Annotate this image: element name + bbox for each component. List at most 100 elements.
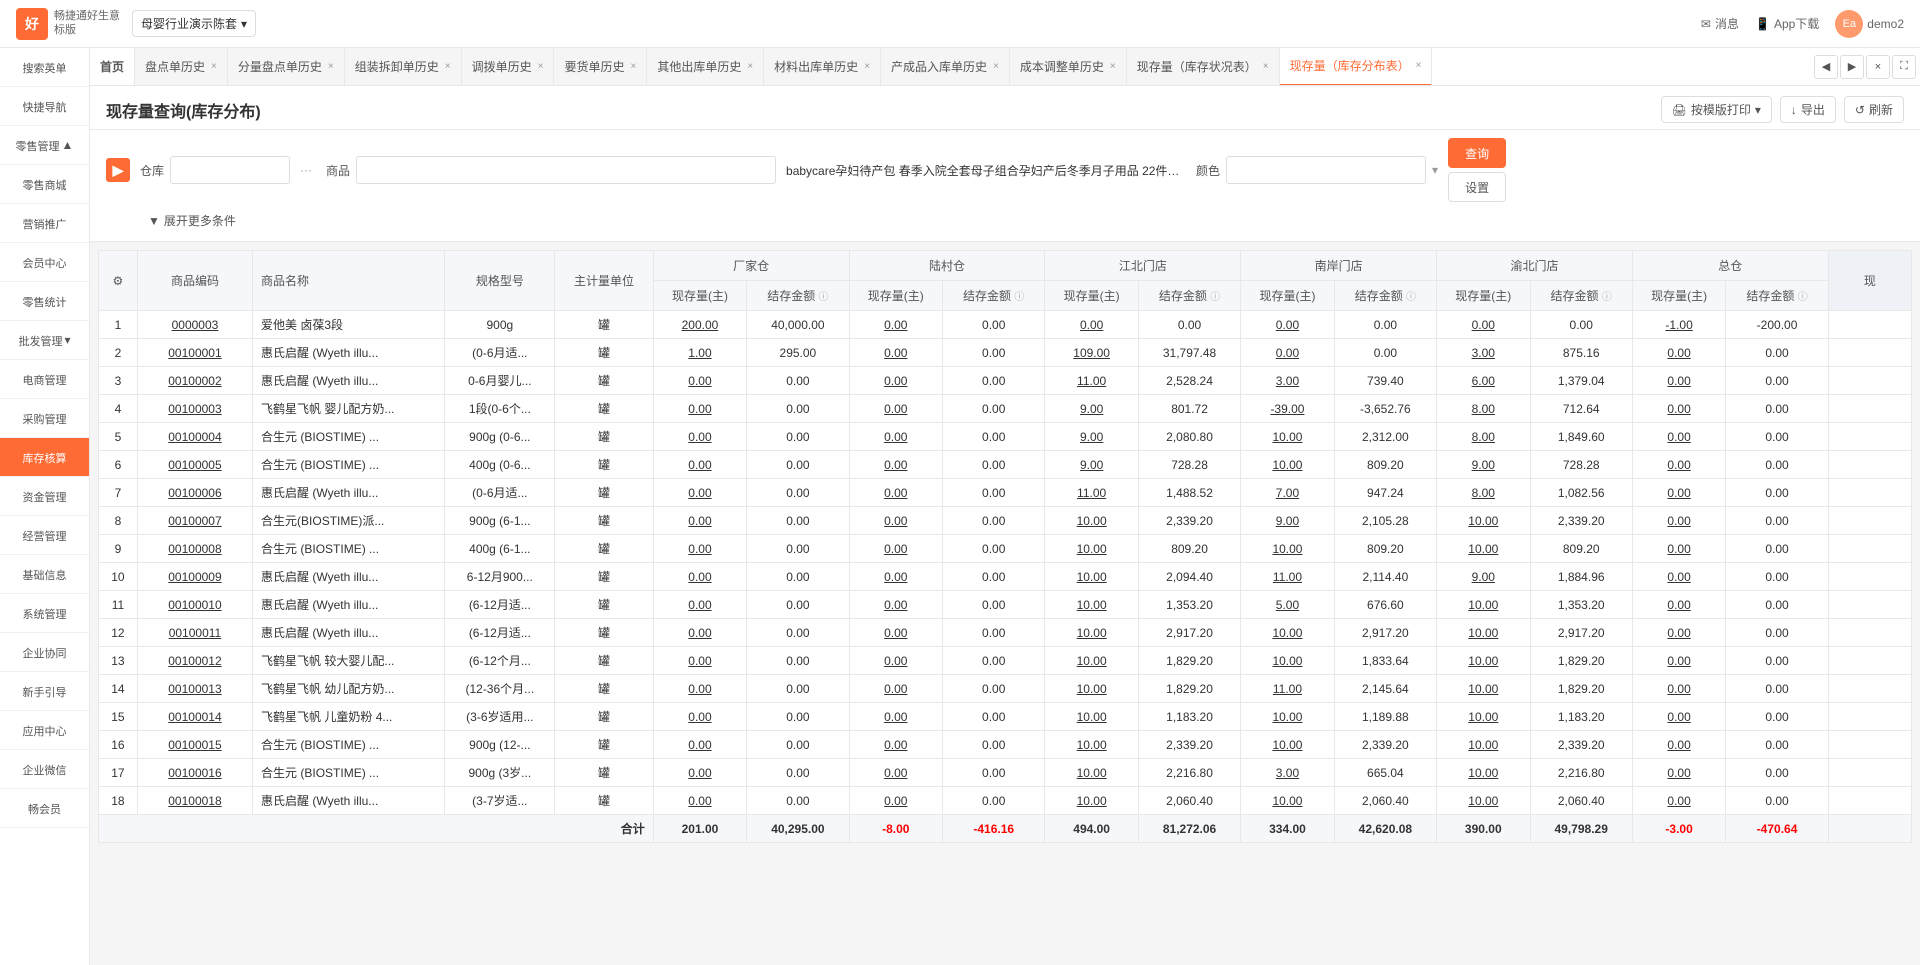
tab-close-icon[interactable]: ×	[630, 61, 636, 72]
row-code[interactable]: 00100018	[137, 787, 252, 815]
row-y-qty[interactable]: 10.00	[1437, 731, 1530, 759]
row-n-qty[interactable]: 10.00	[1241, 535, 1334, 563]
row-t-qty[interactable]: 0.00	[1632, 759, 1725, 787]
row-f-qty[interactable]: 0.00	[653, 591, 746, 619]
info-icon[interactable]: ⓘ	[1602, 292, 1612, 303]
sidebar-item-marketing[interactable]: 营销推广	[0, 204, 89, 243]
row-l-qty[interactable]: 0.00	[849, 647, 942, 675]
info-icon[interactable]: ⓘ	[1014, 292, 1024, 303]
sidebar-item-finance[interactable]: 资金管理	[0, 477, 89, 516]
row-l-qty[interactable]: 0.00	[849, 423, 942, 451]
row-j-qty[interactable]: 10.00	[1045, 731, 1138, 759]
row-y-qty[interactable]: 10.00	[1437, 675, 1530, 703]
sidebar-item-appcenter[interactable]: 应用中心	[0, 711, 89, 750]
tab-close-icon[interactable]: ×	[993, 61, 999, 72]
row-l-qty[interactable]: 0.00	[849, 787, 942, 815]
row-j-qty[interactable]: 10.00	[1045, 647, 1138, 675]
row-code[interactable]: 00100013	[137, 675, 252, 703]
row-l-qty[interactable]: 0.00	[849, 703, 942, 731]
row-l-qty[interactable]: 0.00	[849, 675, 942, 703]
row-y-qty[interactable]: 10.00	[1437, 703, 1530, 731]
row-f-qty[interactable]: 0.00	[653, 759, 746, 787]
th-gear[interactable]: ⚙	[99, 251, 138, 311]
row-l-qty[interactable]: 0.00	[849, 619, 942, 647]
row-t-qty[interactable]: 0.00	[1632, 535, 1725, 563]
tab-other-out[interactable]: 其他出库单历史 ×	[647, 48, 764, 86]
row-t-qty[interactable]: 0.00	[1632, 367, 1725, 395]
row-j-qty[interactable]: 10.00	[1045, 535, 1138, 563]
sidebar-item-member[interactable]: 会员中心	[0, 243, 89, 282]
row-t-qty[interactable]: 0.00	[1632, 423, 1725, 451]
search-button[interactable]: 查询	[1448, 138, 1506, 168]
sidebar-item-operations[interactable]: 经营管理	[0, 516, 89, 555]
row-j-qty[interactable]: 10.00	[1045, 787, 1138, 815]
row-f-qty[interactable]: 0.00	[653, 787, 746, 815]
row-n-qty[interactable]: 10.00	[1241, 787, 1334, 815]
tab-assemble[interactable]: 组装拆卸单历史 ×	[345, 48, 462, 86]
row-f-qty[interactable]: 200.00	[653, 311, 746, 339]
row-f-qty[interactable]: 0.00	[653, 703, 746, 731]
row-l-qty[interactable]: 0.00	[849, 451, 942, 479]
row-n-qty[interactable]: 9.00	[1241, 507, 1334, 535]
refresh-button[interactable]: ↺ 刷新	[1844, 96, 1904, 123]
sidebar-item-purchase[interactable]: 采购管理	[0, 399, 89, 438]
row-l-qty[interactable]: 0.00	[849, 759, 942, 787]
row-j-qty[interactable]: 10.00	[1045, 759, 1138, 787]
row-code[interactable]: 00100001	[137, 339, 252, 367]
row-code[interactable]: 00100008	[137, 535, 252, 563]
row-j-qty[interactable]: 9.00	[1045, 451, 1138, 479]
row-l-qty[interactable]: 0.00	[849, 339, 942, 367]
row-n-qty[interactable]: 3.00	[1241, 367, 1334, 395]
row-f-qty[interactable]: 0.00	[653, 647, 746, 675]
message-action[interactable]: ✉ 消息	[1701, 15, 1739, 32]
row-t-qty[interactable]: 0.00	[1632, 507, 1725, 535]
sidebar-item-member2[interactable]: 畅会员	[0, 789, 89, 828]
row-t-qty[interactable]: 0.00	[1632, 647, 1725, 675]
row-t-qty[interactable]: 0.00	[1632, 339, 1725, 367]
row-n-qty[interactable]: 0.00	[1241, 339, 1334, 367]
row-y-qty[interactable]: 10.00	[1437, 619, 1530, 647]
app-download-action[interactable]: 📱 App下载	[1755, 15, 1819, 32]
row-n-qty[interactable]: 11.00	[1241, 563, 1334, 591]
sidebar-item-basics[interactable]: 基础信息	[0, 555, 89, 594]
row-code[interactable]: 00100002	[137, 367, 252, 395]
row-t-qty[interactable]: 0.00	[1632, 703, 1725, 731]
row-j-qty[interactable]: 11.00	[1045, 367, 1138, 395]
tab-close-icon[interactable]: ×	[864, 61, 870, 72]
tab-transfer[interactable]: 调拨单历史 ×	[462, 48, 555, 86]
sidebar-item-retail-mgmt[interactable]: 零售管理 ▲	[0, 126, 89, 165]
row-t-qty[interactable]: 0.00	[1632, 731, 1725, 759]
row-y-qty[interactable]: 6.00	[1437, 367, 1530, 395]
tab-stock-dist[interactable]: 现存量（库存分布表） ×	[1280, 48, 1433, 86]
row-code[interactable]: 00100005	[137, 451, 252, 479]
row-code[interactable]: 00100012	[137, 647, 252, 675]
row-n-qty[interactable]: 0.00	[1241, 311, 1334, 339]
expand-filter-button[interactable]: ▼ 展开更多条件	[140, 208, 244, 233]
row-j-qty[interactable]: 9.00	[1045, 395, 1138, 423]
sidebar-item-retail-stats[interactable]: 零售统计	[0, 282, 89, 321]
sidebar-item-newguide[interactable]: 新手引导	[0, 672, 89, 711]
row-y-qty[interactable]: 8.00	[1437, 479, 1530, 507]
row-y-qty[interactable]: 9.00	[1437, 563, 1530, 591]
row-n-qty[interactable]: 10.00	[1241, 647, 1334, 675]
row-f-qty[interactable]: 0.00	[653, 507, 746, 535]
sidebar-item-nav[interactable]: 快捷导航	[0, 87, 89, 126]
tab-close-icon[interactable]: ×	[1110, 61, 1116, 72]
row-f-qty[interactable]: 0.00	[653, 563, 746, 591]
row-l-qty[interactable]: 0.00	[849, 563, 942, 591]
row-n-qty[interactable]: 10.00	[1241, 703, 1334, 731]
tab-close-icon[interactable]: ×	[328, 61, 334, 72]
export-button[interactable]: ↓ 导出	[1780, 96, 1836, 123]
tab-close-icon[interactable]: ×	[211, 61, 217, 72]
tab-home[interactable]: 首页	[90, 48, 135, 86]
tab-material-out[interactable]: 材料出库单历史 ×	[764, 48, 881, 86]
row-l-qty[interactable]: 0.00	[849, 535, 942, 563]
row-y-qty[interactable]: 8.00	[1437, 395, 1530, 423]
row-code[interactable]: 00100016	[137, 759, 252, 787]
row-y-qty[interactable]: 0.00	[1437, 311, 1530, 339]
row-y-qty[interactable]: 10.00	[1437, 647, 1530, 675]
row-code[interactable]: 00100003	[137, 395, 252, 423]
row-t-qty[interactable]: 0.00	[1632, 395, 1725, 423]
row-f-qty[interactable]: 0.00	[653, 367, 746, 395]
row-f-qty[interactable]: 0.00	[653, 535, 746, 563]
